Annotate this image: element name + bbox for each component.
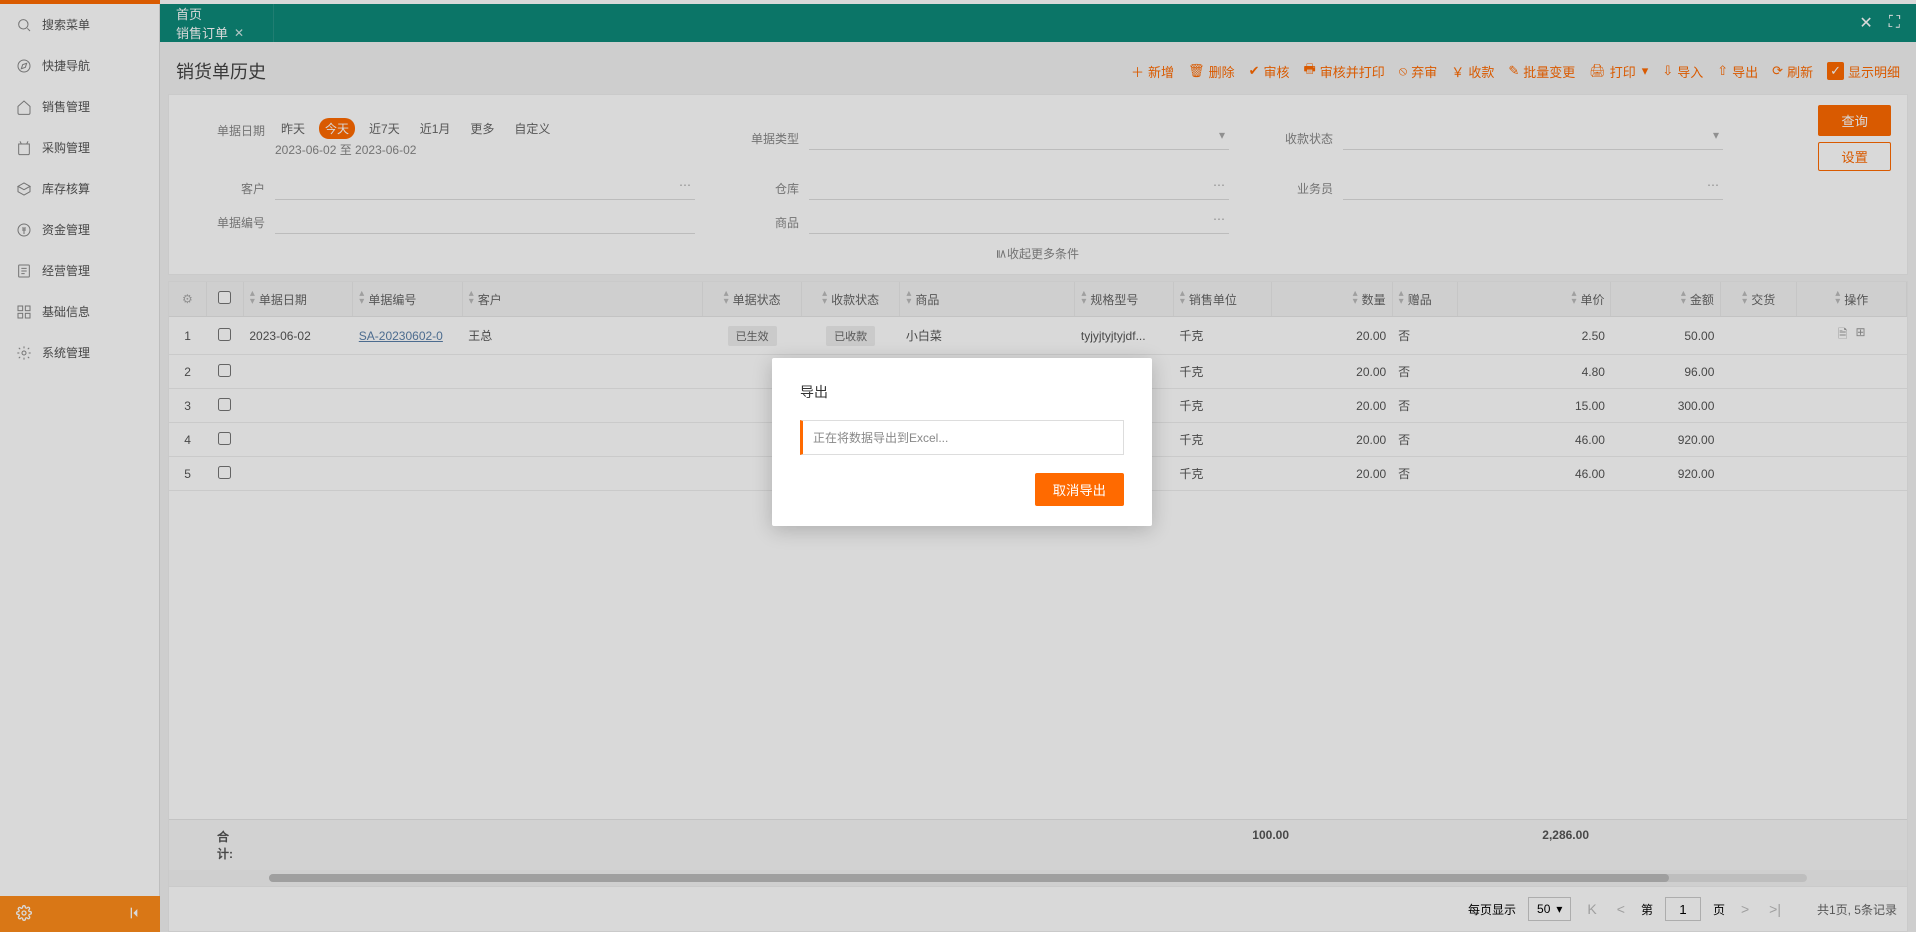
modal-message: 正在将数据导出到Excel...	[800, 420, 1124, 455]
export-modal: 导出 正在将数据导出到Excel... 取消导出	[772, 358, 1152, 526]
cancel-export-button[interactable]: 取消导出	[1035, 473, 1124, 506]
modal-title: 导出	[800, 382, 1124, 402]
